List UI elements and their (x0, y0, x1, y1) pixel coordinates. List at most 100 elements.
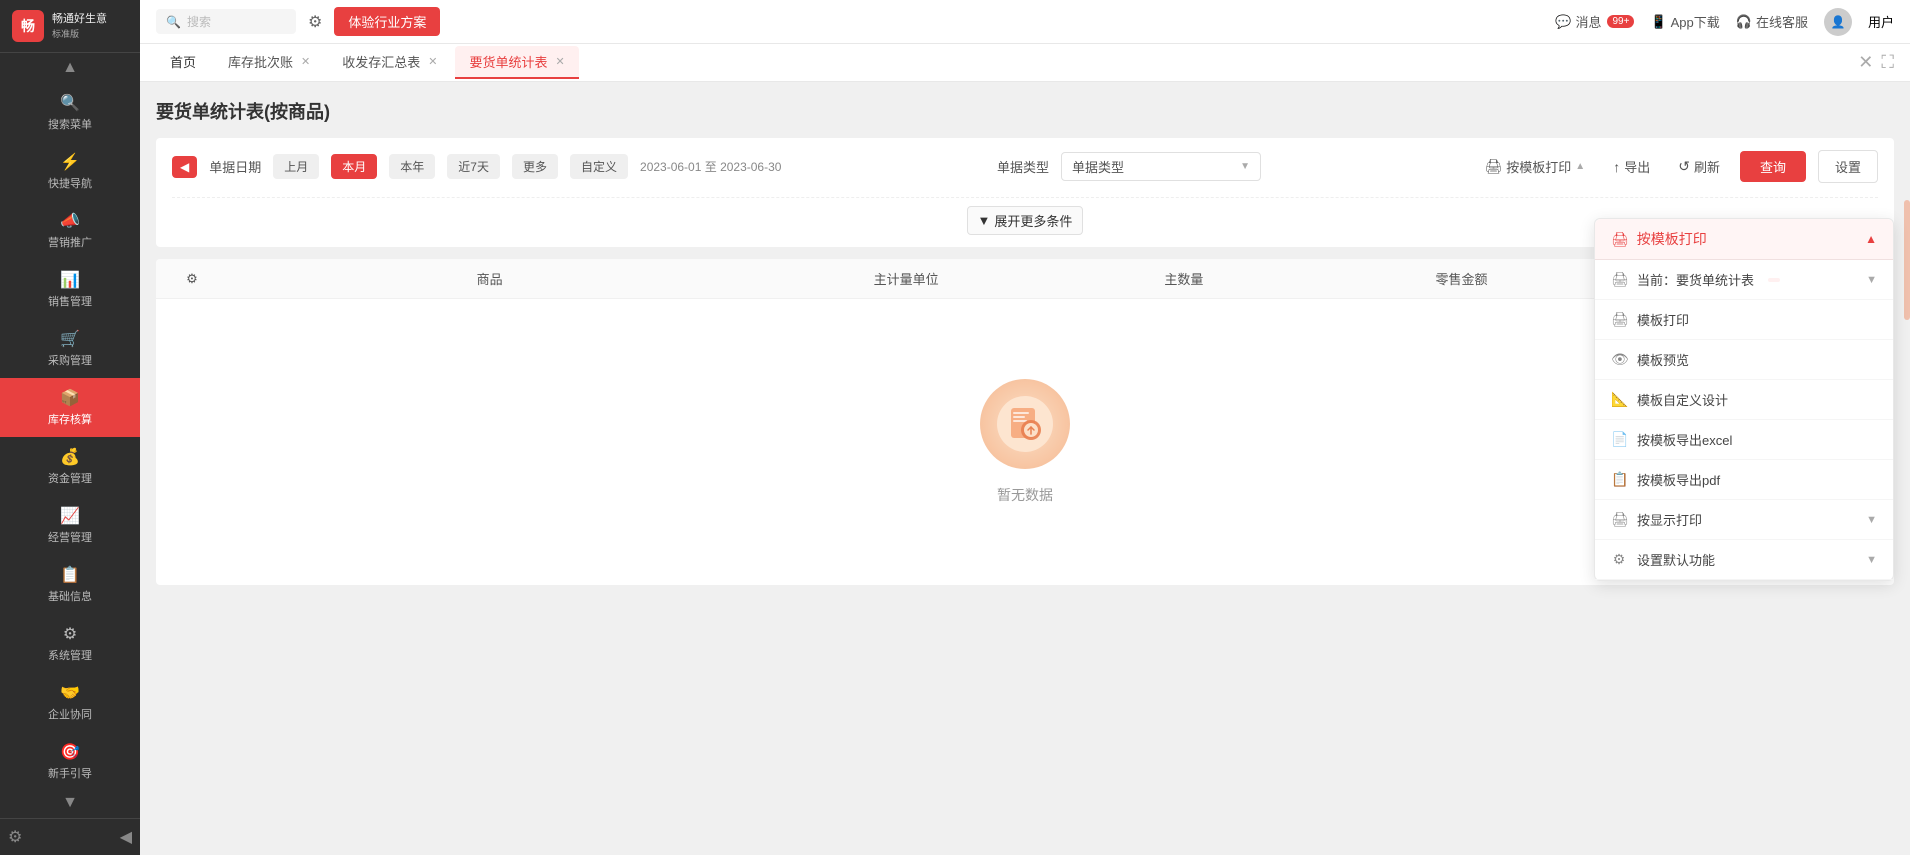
message-label: 消息 (1575, 12, 1601, 31)
tab-order-stats[interactable]: 要货单统计表 ✕ (455, 46, 578, 79)
sidebar-item-system[interactable]: ⚙ 系统管理 (0, 614, 140, 673)
sidebar-item-enterprise[interactable]: 🤝 企业协同 (0, 673, 140, 732)
online-service-item[interactable]: 🎧 在线客服 (1736, 12, 1808, 31)
doc-type-value: 单据类型 (1072, 157, 1124, 176)
template-print-icon: 🖨 (1611, 311, 1627, 328)
main-content: 🔍 搜索 ⚙ 体验行业方案 💬 消息 99+ 📱 App下载 🎧 在线客服 👤 (140, 0, 1910, 855)
query-button[interactable]: 查询 (1740, 151, 1806, 182)
close-window-icon[interactable]: ✕ (1858, 52, 1873, 73)
export-label: 导出 (1624, 157, 1650, 176)
sidebar: 畅 畅通好生意 标准版 ▲ 🔍 搜索菜单 ⚡ 快捷导航 📣 营销推广 📊 销售管… (0, 0, 140, 855)
print-template-dropdown: 🖨 按模板打印 ▲ 🖨 当前：要货单统计表 ▼ 🖨 模板打印 👁 (1594, 218, 1894, 581)
current-item-label: 当前：要货单统计表 (1637, 270, 1754, 289)
empty-state-icon (980, 379, 1070, 469)
export-btn[interactable]: ↑ 导出 (1605, 153, 1658, 180)
logo-icon: 畅 (12, 10, 44, 42)
dropdown-item-template-print[interactable]: 🖨 模板打印 (1595, 300, 1893, 340)
sidebar-item-label: 企业协同 (48, 706, 92, 722)
export-pdf-icon: 📋 (1611, 471, 1627, 488)
operations-icon: 📈 (60, 506, 80, 526)
table-col-product: 商品 (212, 269, 767, 288)
sidebar-item-marketing[interactable]: 📣 营销推广 (0, 201, 140, 260)
app-logo: 畅 畅通好生意 标准版 (0, 0, 140, 53)
marketing-icon: 📣 (60, 211, 80, 231)
tab-receivable-summary[interactable]: 收发存汇总表 ✕ (328, 46, 451, 79)
expand-more-label: 展开更多条件 (994, 211, 1072, 230)
dropdown-item-template-custom[interactable]: 📐 模板自定义设计 (1595, 380, 1893, 420)
sidebar-item-basic-info[interactable]: 📋 基础信息 (0, 555, 140, 614)
date-btn-custom[interactable]: 自定义 (570, 154, 628, 179)
header-search-placeholder: 搜索 (187, 13, 211, 30)
template-custom-icon: 📐 (1611, 391, 1627, 408)
set-default-content: ⚙ 设置默认功能 (1611, 550, 1715, 569)
trial-button[interactable]: 体验行业方案 (334, 7, 440, 36)
table-settings-icon: ⚙ (186, 271, 198, 286)
dropdown-item-set-default[interactable]: ⚙ 设置默认功能 ▼ (1595, 540, 1893, 580)
app-download-item[interactable]: 📱 App下载 (1650, 12, 1719, 31)
sidebar-item-search[interactable]: 🔍 搜索菜单 (0, 83, 140, 142)
print-template-btn[interactable]: 🖨 按模板打印 ▲ (1477, 153, 1594, 180)
system-icon: ⚙ (63, 624, 77, 644)
sidebar-item-finance[interactable]: 💰 资金管理 (0, 437, 140, 496)
sidebar-item-sales[interactable]: 📊 销售管理 (0, 260, 140, 319)
date-btn-last-7-days[interactable]: 近7天 (447, 154, 500, 179)
set-default-arrow-icon: ▼ (1866, 554, 1877, 566)
expand-more-icon: ▼ (978, 213, 991, 228)
dropdown-item-export-excel[interactable]: 📄 按模板导出excel (1595, 420, 1893, 460)
settings-button[interactable]: 设置 (1818, 150, 1878, 183)
sidebar-item-label: 库存核算 (48, 411, 92, 427)
settings-bottom-icon[interactable]: ⚙ (8, 827, 22, 847)
dropdown-item-template-preview[interactable]: 👁 模板预览 (1595, 340, 1893, 380)
sidebar-scroll-up[interactable]: ▲ (0, 53, 140, 83)
sidebar-item-quick-nav[interactable]: ⚡ 快捷导航 (0, 142, 140, 201)
header-search-bar[interactable]: 🔍 搜索 (156, 9, 296, 34)
tab-controls: ✕ ⛶ (1858, 52, 1894, 73)
tab-home[interactable]: 首页 (156, 46, 210, 79)
dropdown-item-display-print[interactable]: 🖨 按显示打印 ▼ (1595, 500, 1893, 540)
date-btn-prev-month[interactable]: 上月 (273, 154, 319, 179)
sidebar-item-purchase[interactable]: 🛒 采购管理 (0, 319, 140, 378)
date-btn-current-year[interactable]: 本年 (389, 154, 435, 179)
sidebar-item-guide[interactable]: 🎯 新手引导 (0, 732, 140, 788)
tab-receivable-summary-label: 收发存汇总表 (342, 52, 420, 71)
avatar-icon: 👤 (1831, 15, 1846, 29)
sidebar-item-inventory[interactable]: 📦 库存核算 (0, 378, 140, 437)
header-gear-icon[interactable]: ⚙ (308, 12, 322, 32)
tab-inventory-batch-close[interactable]: ✕ (301, 55, 310, 68)
tab-receivable-summary-close[interactable]: ✕ (428, 55, 437, 68)
collapse-sidebar-icon[interactable]: ◀ (120, 827, 132, 847)
purchase-icon: 🛒 (60, 329, 80, 349)
date-btn-current-month[interactable]: 本月 (331, 154, 377, 179)
tab-order-stats-label: 要货单统计表 (469, 52, 547, 71)
refresh-label: 刷新 (1694, 157, 1720, 176)
tab-inventory-batch-label: 库存批次账 (228, 52, 293, 71)
table-col-settings[interactable]: ⚙ (172, 271, 212, 287)
sidebar-scroll-down[interactable]: ▼ (0, 788, 140, 818)
set-default-label: 设置默认功能 (1637, 550, 1715, 569)
page-title: 要货单统计表(按商品) (156, 98, 1894, 124)
sidebar-item-operations[interactable]: 📈 经营管理 (0, 496, 140, 555)
dropdown-header-right: ▲ (1865, 232, 1877, 246)
message-item[interactable]: 💬 消息 99+ (1555, 12, 1634, 31)
sidebar-item-label: 新手引导 (48, 765, 92, 781)
maximize-window-icon[interactable]: ⛶ (1881, 52, 1894, 73)
dropdown-item-export-pdf[interactable]: 📋 按模板导出pdf (1595, 460, 1893, 500)
sidebar-item-label: 经营管理 (48, 529, 92, 545)
tab-order-stats-close[interactable]: ✕ (556, 55, 565, 68)
set-default-icon: ⚙ (1611, 551, 1627, 568)
dropdown-close-arrow[interactable]: ▲ (1865, 232, 1877, 246)
current-item-icon: 🖨 (1611, 271, 1627, 288)
dropdown-print-icon: 🖨 (1611, 231, 1629, 248)
table-col-quantity: 主数量 (1045, 269, 1323, 288)
current-arrow-icon: ▼ (1866, 274, 1877, 286)
refresh-btn[interactable]: ↺ 刷新 (1670, 153, 1728, 180)
doc-type-select[interactable]: 单据类型 ▼ (1061, 152, 1261, 181)
tab-inventory-batch[interactable]: 库存批次账 ✕ (214, 46, 324, 79)
sidebar-item-label: 资金管理 (48, 470, 92, 486)
display-print-arrow-icon: ▼ (1866, 514, 1877, 526)
display-print-icon: 🖨 (1611, 511, 1627, 528)
user-avatar[interactable]: 👤 (1824, 8, 1852, 36)
expand-more-btn[interactable]: ▼ 展开更多条件 (967, 206, 1084, 235)
filter-collapse-btn[interactable]: ◀ (172, 156, 197, 178)
date-btn-more[interactable]: 更多 (512, 154, 558, 179)
